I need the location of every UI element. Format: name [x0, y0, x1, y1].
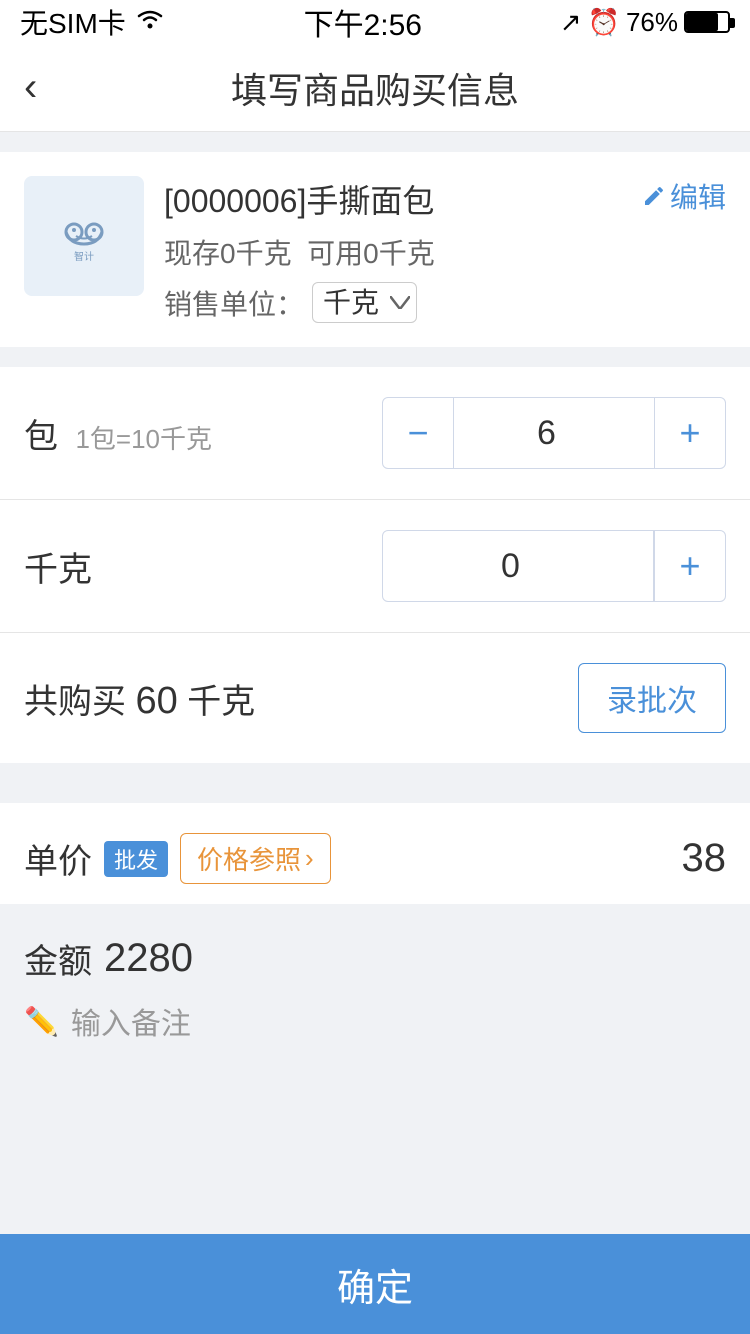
divider-2 [0, 763, 750, 783]
total-text: 共购买 60 千克 [24, 674, 255, 723]
confirm-bar[interactable]: 确定 [0, 1234, 750, 1334]
status-time: 下午2:56 [304, 0, 422, 44]
location-icon: ↗ [560, 7, 582, 38]
pencil-icon: ✏️ [24, 1005, 59, 1038]
amount-row: 金额 2280 [24, 934, 726, 983]
status-right: ↗ ⏰ 76% [560, 7, 730, 38]
unit-select[interactable]: 千克 包 [312, 282, 417, 323]
pifa-badge: 批发 [104, 841, 168, 877]
package-quantity-input[interactable] [454, 397, 654, 469]
svg-text:智计: 智计 [74, 250, 94, 263]
battery-icon [684, 11, 730, 33]
package-sublabel: 1包=10千克 [75, 424, 212, 454]
package-increment-button[interactable]: + [654, 397, 726, 469]
alarm-icon: ⏰ [588, 7, 620, 38]
price-section: 单价 批发 价格参照 › 38 [0, 803, 750, 904]
kg-label: 千克 [24, 542, 382, 591]
product-name: [0000006]手撕面包 [164, 176, 434, 222]
back-button[interactable]: ‹ [24, 65, 37, 110]
price-row: 单价 批发 价格参照 › 38 [24, 833, 726, 884]
kg-input-row: 千克 + [0, 500, 750, 633]
page-title: 填写商品购买信息 [231, 62, 519, 114]
confirm-button[interactable]: 确定 [337, 1257, 413, 1312]
price-value: 38 [682, 836, 727, 881]
package-input-row: 包 1包=10千克 − + [0, 367, 750, 500]
package-quantity-control: − + [382, 397, 726, 469]
main-content: 智计 [0000006]手撕面包 编辑 现存0千克 可用0千克 销售单位： 千克 [0, 152, 750, 1183]
amount-section: 金额 2280 ✏️ 输入备注 [0, 904, 750, 1063]
status-left: 无SIM卡 [20, 2, 166, 42]
product-card: 智计 [0000006]手撕面包 编辑 现存0千克 可用0千克 销售单位： 千克 [0, 152, 750, 347]
total-amount: 60 [135, 680, 177, 722]
nav-bar: ‹ 填写商品购买信息 [0, 44, 750, 132]
amount-value: 2280 [104, 936, 193, 981]
edit-button[interactable]: 编辑 [642, 176, 726, 216]
product-logo-icon: 智计 [54, 206, 114, 266]
edit-icon [642, 184, 666, 208]
status-bar: 无SIM卡 下午2:56 ↗ ⏰ 76% [0, 0, 750, 44]
remark-label[interactable]: 输入备注 [71, 999, 191, 1043]
kg-quantity-control: + [382, 530, 726, 602]
carrier-label: 无SIM卡 [20, 2, 126, 42]
product-stock: 现存0千克 可用0千克 [164, 232, 726, 272]
amount-label: 金额 [24, 934, 92, 983]
batch-button[interactable]: 录批次 [578, 663, 726, 733]
price-label: 单价 批发 价格参照 › [24, 833, 331, 884]
remark-row[interactable]: ✏️ 输入备注 [24, 999, 726, 1043]
price-ref-button[interactable]: 价格参照 › [180, 833, 331, 884]
divider-1 [0, 347, 750, 367]
kg-increment-button[interactable]: + [654, 530, 726, 602]
package-decrement-button[interactable]: − [382, 397, 454, 469]
product-info: [0000006]手撕面包 编辑 现存0千克 可用0千克 销售单位： 千克 包 [164, 176, 726, 323]
kg-quantity-input[interactable] [382, 530, 654, 602]
total-row: 共购买 60 千克 录批次 [0, 633, 750, 763]
product-unit: 销售单位： 千克 包 [164, 282, 726, 323]
battery-percent: 76% [626, 7, 678, 38]
package-label: 包 1包=10千克 [24, 409, 382, 458]
edit-label: 编辑 [670, 176, 726, 216]
product-thumbnail: 智计 [24, 176, 144, 296]
wifi-icon [134, 6, 166, 38]
